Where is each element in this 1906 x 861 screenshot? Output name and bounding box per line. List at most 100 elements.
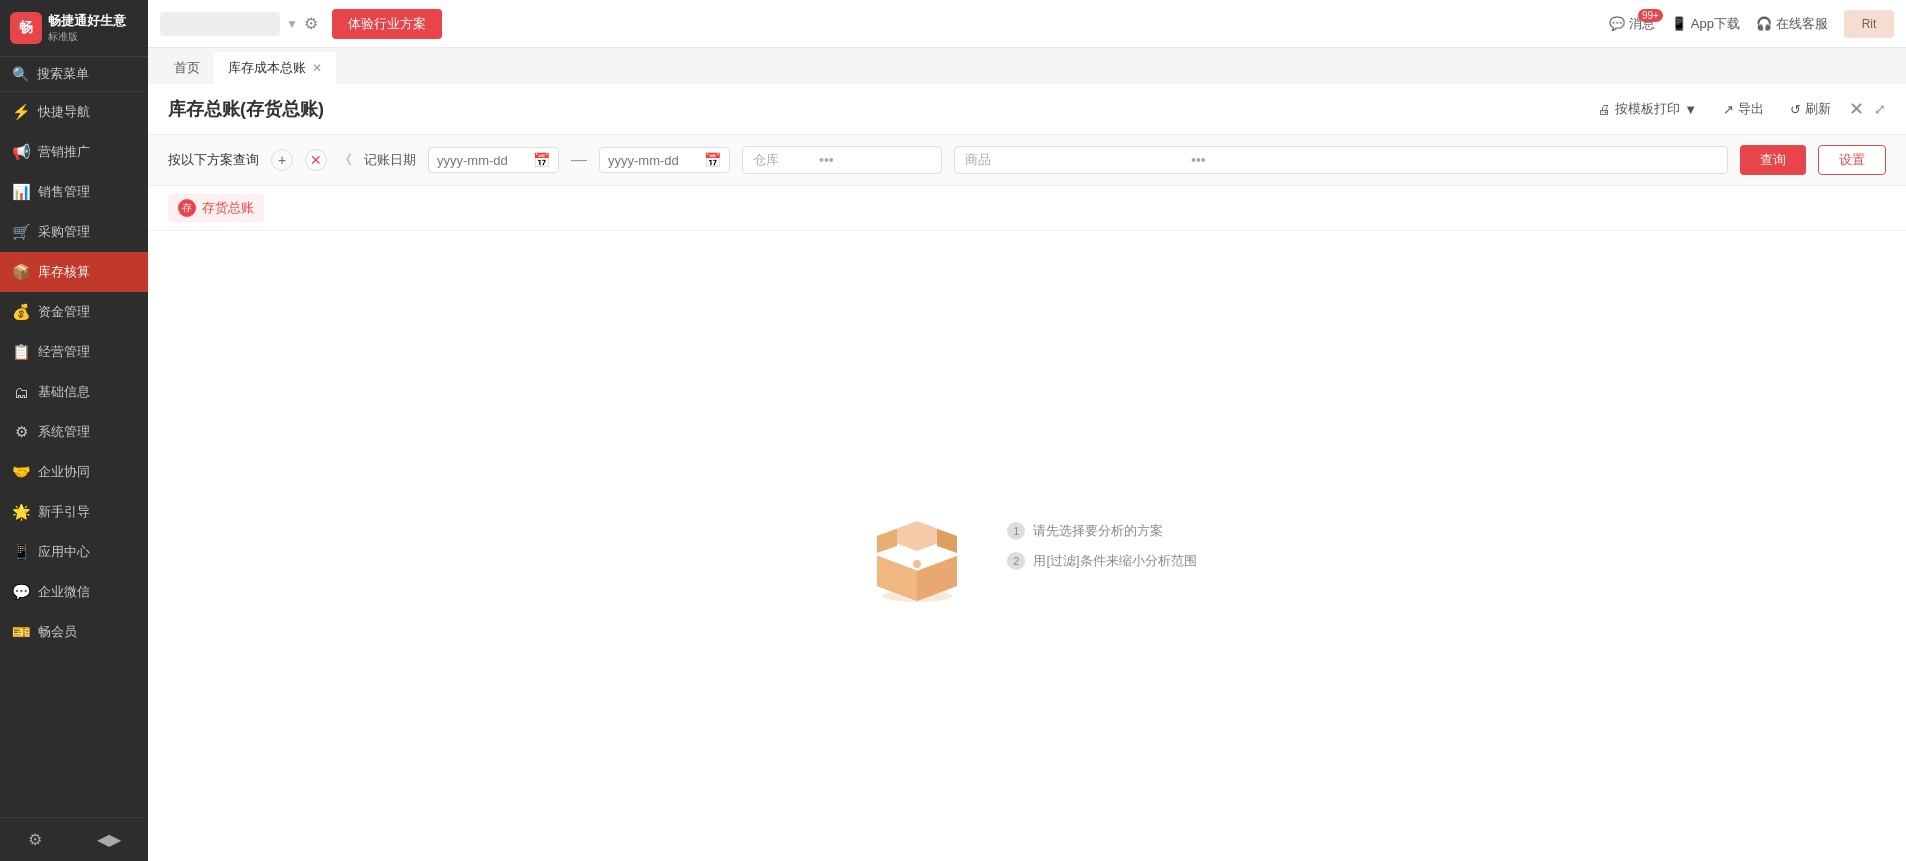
warehouse-more-icon: ••• [819,152,834,168]
topbar: ▼ ⚙ 体验行业方案 💬 消息 99+ 📱 App下载 🎧 在线客服 Rit [148,0,1906,48]
refresh-icon: ↺ [1790,102,1801,117]
warehouse-placeholder: 仓库 [753,151,779,169]
sidebar-toggle-btn[interactable]: ◀▶ [89,826,129,853]
sidebar-item-marketing[interactable]: 📢 营销推广 [0,132,148,172]
search-icon: 🔍 [12,66,29,82]
empty-illustration [857,486,977,606]
sidebar-settings-btn[interactable]: ⚙ [20,826,50,853]
tab-close-icon[interactable]: ✕ [312,61,322,75]
breadcrumb-path [160,12,280,36]
filter-delete-btn[interactable]: ✕ [305,149,327,171]
calendar-end-icon[interactable]: 📅 [704,152,721,168]
operation-icon: 📋 [12,343,30,361]
sidebar-search-btn[interactable]: 🔍 搜索菜单 [0,57,148,92]
breadcrumb-arrow-icon[interactable]: ▼ [286,17,298,31]
filter-add-btn[interactable]: + [271,149,293,171]
page-header-actions: 🖨 按模板打印 ▼ ↗ 导出 ↺ 刷新 ✕ ⤢ [1590,96,1886,122]
online-service-btn[interactable]: 🎧 在线客服 [1756,15,1828,33]
export-btn[interactable]: ↗ 导出 [1715,96,1772,122]
filter-scheme-label: 按以下方案查询 [168,151,259,169]
print-dropdown-icon: ▼ [1684,102,1697,117]
settings-button[interactable]: 设置 [1818,145,1886,175]
sidebar-footer: ⚙ ◀▶ [0,817,148,861]
filter-collapse-btn[interactable]: 《 [339,151,352,169]
guide-icon: 🌟 [12,503,30,521]
product-more-icon: ••• [1191,152,1206,168]
filter-area: 按以下方案查询 + ✕ 《 记账日期 📅 — 📅 [148,135,1906,186]
sidebar-item-guide[interactable]: 🌟 新手引导 [0,492,148,532]
tip-item-2: 2 用[过滤]条件来缩小分析范围 [1007,552,1196,570]
breadcrumb: ▼ ⚙ 体验行业方案 [160,9,1609,39]
marketing-icon: 📢 [12,143,30,161]
sidebar-item-basic[interactable]: 🗂 基础信息 [0,372,148,412]
date-start-input[interactable]: 📅 [428,147,559,173]
tab-home[interactable]: 首页 [160,52,214,84]
main-area: ▼ ⚙ 体验行业方案 💬 消息 99+ 📱 App下载 🎧 在线客服 Rit [148,0,1906,861]
purchase-icon: 🛒 [12,223,30,241]
page-resize-btn[interactable]: ⤢ [1874,101,1886,117]
topbar-right: 💬 消息 99+ 📱 App下载 🎧 在线客服 Rit [1609,10,1894,38]
sidebar-item-member[interactable]: 🎫 畅会员 [0,612,148,652]
page-content: 库存总账(存货总账) 🖨 按模板打印 ▼ ↗ 导出 ↺ 刷新 ✕ ⤢ [148,84,1906,861]
scheme-item-inventory-ledger[interactable]: 存 存货总账 [168,194,264,222]
user-avatar[interactable]: Rit [1844,10,1894,38]
sidebar-logo[interactable]: 畅 畅捷通好生意 标准版 [0,0,148,57]
sidebar-item-wechat[interactable]: 💬 企业微信 [0,572,148,612]
system-icon: ⚙ [12,423,30,441]
tabbar: 首页 库存成本总账 ✕ [148,48,1906,84]
finance-icon: 💰 [12,303,30,321]
date-end-input[interactable]: 📅 [599,147,730,173]
print-btn[interactable]: 🖨 按模板打印 ▼ [1590,96,1705,122]
date-separator: — [571,151,587,169]
sidebar-item-operation[interactable]: 📋 经营管理 [0,332,148,372]
logo-text: 畅捷通好生意 标准版 [48,13,126,43]
sidebar-item-system[interactable]: ⚙ 系统管理 [0,412,148,452]
refresh-btn[interactable]: ↺ 刷新 [1782,96,1839,122]
phone-icon: 📱 [1671,16,1687,31]
industry-btn[interactable]: 体验行业方案 [332,9,442,39]
svg-point-7 [913,560,921,568]
inventory-icon: 📦 [12,263,30,281]
message-badge: 99+ [1638,9,1663,22]
sidebar-item-quick-nav[interactable]: ⚡ 快捷导航 [0,92,148,132]
tip-num-1: 1 [1007,522,1025,540]
date-field-label: 记账日期 [364,151,416,169]
topbar-settings-icon[interactable]: ⚙ [304,14,318,33]
tip-item-1: 1 请先选择要分析的方案 [1007,522,1196,540]
calendar-start-icon[interactable]: 📅 [533,152,550,168]
export-icon: ↗ [1723,102,1734,117]
tab-inventory-ledger[interactable]: 库存成本总账 ✕ [214,52,336,84]
product-placeholder: 商品 [965,151,991,169]
filter-row: 按以下方案查询 + ✕ 《 记账日期 📅 — 📅 [168,145,1886,175]
query-button[interactable]: 查询 [1740,145,1806,175]
sidebar-item-app-center[interactable]: 📱 应用中心 [0,532,148,572]
sales-icon: 📊 [12,183,30,201]
headset-icon: 🎧 [1756,16,1772,31]
svg-marker-5 [877,529,897,553]
tip-num-2: 2 [1007,552,1025,570]
sidebar: 畅 畅捷通好生意 标准版 🔍 搜索菜单 ⚡ 快捷导航 📢 营销推广 📊 销售管理… [0,0,148,861]
cooperation-icon: 🤝 [12,463,30,481]
sidebar-item-cooperation[interactable]: 🤝 企业协同 [0,452,148,492]
warehouse-filter[interactable]: 仓库 ••• [742,146,942,174]
page-close-btn[interactable]: ✕ [1849,98,1864,120]
sidebar-item-finance[interactable]: 💰 资金管理 [0,292,148,332]
product-filter[interactable]: 商品 ••• [954,146,1728,174]
app-center-icon: 📱 [12,543,30,561]
message-icon: 💬 [1609,16,1625,31]
page-header: 库存总账(存货总账) 🖨 按模板打印 ▼ ↗ 导出 ↺ 刷新 ✕ ⤢ [148,84,1906,135]
logo-icon: 畅 [10,12,42,44]
empty-tips: 1 请先选择要分析的方案 2 用[过滤]条件来缩小分析范围 [1007,522,1196,570]
member-icon: 🎫 [12,623,30,641]
sidebar-item-inventory[interactable]: 📦 库存核算 [0,252,148,292]
svg-marker-6 [937,529,957,553]
quick-nav-icon: ⚡ [12,103,30,121]
message-btn[interactable]: 💬 消息 99+ [1609,15,1655,33]
date-end-field[interactable] [608,153,698,168]
print-icon: 🖨 [1598,102,1611,117]
wechat-icon: 💬 [12,583,30,601]
sidebar-item-sales[interactable]: 📊 销售管理 [0,172,148,212]
date-start-field[interactable] [437,153,527,168]
sidebar-item-purchase[interactable]: 🛒 采购管理 [0,212,148,252]
app-download-btn[interactable]: 📱 App下载 [1671,15,1740,33]
